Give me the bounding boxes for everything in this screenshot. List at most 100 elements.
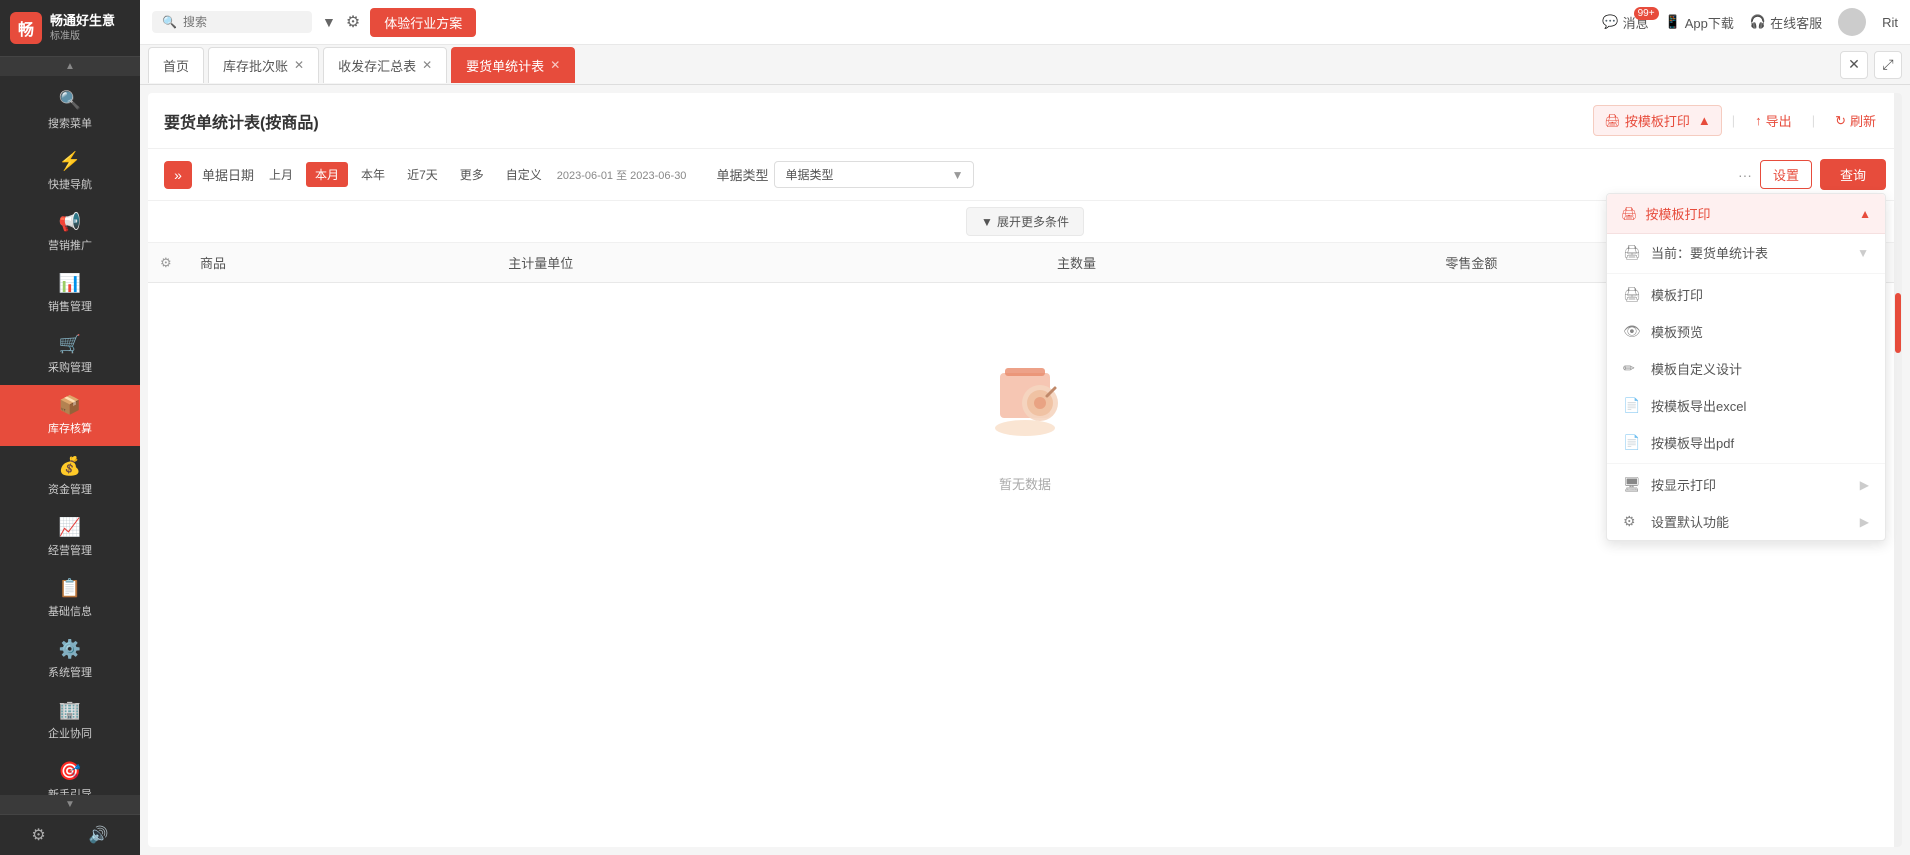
sidebar-item-newbie[interactable]: 🎯 新手引导 <box>0 751 140 795</box>
tab-close-btn[interactable]: ✕ <box>1840 51 1868 79</box>
tab-expand-btn[interactable]: ⤢ <box>1874 51 1902 79</box>
topbar-search-box[interactable]: 🔍 <box>152 11 312 33</box>
settings-footer-icon[interactable]: ⚙ <box>31 825 45 845</box>
sidebar-icon-purchase: 🛒 <box>59 334 81 355</box>
display-print-label: 按显示打印 <box>1651 475 1850 494</box>
date-btn-custom[interactable]: 自定义 <box>497 162 551 187</box>
search-input[interactable] <box>183 15 283 29</box>
app-download-label: App下载 <box>1685 13 1734 32</box>
date-btn-current-month[interactable]: 本月 <box>306 162 348 187</box>
trial-industry-btn[interactable]: 体验行业方案 <box>370 8 476 37</box>
sidebar-item-purchase[interactable]: 🛒 采购管理 <box>0 324 140 385</box>
query-btn[interactable]: 查询 <box>1820 159 1886 190</box>
date-btn-prev-month[interactable]: 上月 <box>260 162 302 187</box>
print-template-btn[interactable]: 🖨 按模板打印 ▲ <box>1593 105 1721 136</box>
refresh-icon: ↻ <box>1835 113 1846 129</box>
sidebar-label-shortcut: 快捷导航 <box>48 176 92 192</box>
sidebar-item-inventory[interactable]: 📦 库存核算 <box>0 385 140 446</box>
tab-receipt-summary[interactable]: 收发存汇总表✕ <box>323 47 447 83</box>
tab-close-receipt-summary[interactable]: ✕ <box>422 58 432 72</box>
sidebar-scroll-down[interactable]: ▼ <box>60 799 80 810</box>
col-settings: ⚙ <box>148 243 188 283</box>
more-options-icon[interactable]: ··· <box>1738 167 1752 183</box>
content-panel: 要货单统计表(按商品) 🖨 按模板打印 ▲ | ↑ 导出 | ↻ <box>148 93 1902 847</box>
app-download-btn[interactable]: 📱 App下载 <box>1665 13 1734 32</box>
tab-label-inventory-batch: 库存批次账 <box>223 56 288 75</box>
dropdown-template-custom[interactable]: ✏ 模板自定义设计 <box>1607 350 1885 387</box>
sidebar-item-search[interactable]: 🔍 搜索菜单 <box>0 80 140 141</box>
tab-inventory-batch[interactable]: 库存批次账 ✕ <box>208 47 319 83</box>
online-service-label: 在线客服 <box>1770 13 1822 32</box>
sidebar-icon-system: ⚙️ <box>59 639 81 660</box>
dropdown-display-print[interactable]: 🖥 按显示打印 ▶ <box>1607 466 1885 503</box>
export-btn[interactable]: ↑ 导出 <box>1745 106 1802 135</box>
dropdown-header-left: 🖨 按模板打印 <box>1621 204 1711 223</box>
topbar-right: 💬 消息 99+ 📱 App下载 🎧 在线客服 Rit <box>1602 8 1898 36</box>
dropdown-header[interactable]: 🖨 按模板打印 ▲ <box>1607 194 1885 234</box>
sidebar-item-shortcut[interactable]: ⚡ 快捷导航 <box>0 141 140 202</box>
date-btn-more[interactable]: 更多 <box>451 162 493 187</box>
table-settings-icon[interactable]: ⚙ <box>160 255 172 270</box>
topbar-dropdown-arrow[interactable]: ▼ <box>322 14 336 30</box>
sidebar-nav: 🔍 搜索菜单 ⚡ 快捷导航 📢 营销推广 📊 销售管理 🛒 采购管理 📦 库存核… <box>0 76 140 795</box>
sidebar-item-finance[interactable]: 💰 资金管理 <box>0 446 140 507</box>
date-btn-last-7[interactable]: 近7天 <box>398 162 447 187</box>
divider1: | <box>1732 113 1735 128</box>
dropdown-current-template[interactable]: 🖨 当前：要货单统计表 ▼ <box>1607 234 1885 271</box>
app-logo-icon: 畅 <box>10 12 42 44</box>
tab-home[interactable]: 首页 <box>148 47 204 83</box>
date-btn-current-year[interactable]: 本年 <box>352 162 394 187</box>
dropdown-export-pdf[interactable]: 📄 按模板导出pdf <box>1607 424 1885 461</box>
doctype-arrow: ▼ <box>952 168 964 182</box>
tab-order-stats[interactable]: 要货单统计表 ✕ <box>451 47 575 83</box>
sidebar-icon-operations: 📈 <box>59 517 81 538</box>
dropdown-export-excel[interactable]: 📄 按模板导出excel <box>1607 387 1885 424</box>
refresh-btn[interactable]: ↻ 刷新 <box>1825 106 1886 135</box>
sidebar-item-enterprise[interactable]: 🏢 企业协同 <box>0 690 140 751</box>
export-icon: ↑ <box>1755 113 1762 128</box>
dropdown-set-default[interactable]: ⚙ 设置默认功能 ▶ <box>1607 503 1885 540</box>
filter-toggle-btn[interactable]: » <box>164 161 192 189</box>
current-template-arrow: ▼ <box>1857 246 1869 260</box>
sidebar-item-basic[interactable]: 📋 基础信息 <box>0 568 140 629</box>
current-template-label: 当前：要货单统计表 <box>1651 243 1847 262</box>
sidebar-item-sales[interactable]: 📊 销售管理 <box>0 263 140 324</box>
dropdown-template-preview[interactable]: 👁 模板预览 <box>1607 313 1885 350</box>
notification-count: 99+ <box>1634 7 1659 20</box>
right-scrollbar[interactable] <box>1894 93 1902 847</box>
sidebar-item-marketing[interactable]: 📢 营销推广 <box>0 202 140 263</box>
username-label[interactable]: Rit <box>1882 15 1898 30</box>
date-filter-buttons: 上月本月本年近7天更多自定义 <box>260 162 551 187</box>
settings-btn[interactable]: 设置 <box>1760 160 1812 189</box>
user-avatar[interactable] <box>1838 8 1866 36</box>
sidebar-item-system[interactable]: ⚙️ 系统管理 <box>0 629 140 690</box>
dropdown-menu: 🖨 按模板打印 ▲ 🖨 当前：要货单统计表 ▼ 🖨 模板打印 👁 <box>1606 193 1886 541</box>
dropdown-header-print-icon: 🖨 <box>1621 206 1638 222</box>
sidebar-label-operations: 经营管理 <box>48 542 92 558</box>
dropdown-close-chevron[interactable]: ▲ <box>1859 207 1871 221</box>
topbar-gear-icon[interactable]: ⚙ <box>346 12 360 32</box>
expand-more-btn[interactable]: ▼ 展开更多条件 <box>966 207 1084 236</box>
tab-close-inventory-batch[interactable]: ✕ <box>294 58 304 72</box>
filter-right-actions: ··· 设置 查询 <box>1738 159 1886 190</box>
tabbar: 首页库存批次账✕收发存汇总表✕要货单统计表✕ ✕ ⤢ <box>140 45 1910 85</box>
online-service-btn[interactable]: 🎧 在线客服 <box>1750 13 1822 32</box>
sidebar-icon-finance: 💰 <box>59 456 81 477</box>
notifications-btn[interactable]: 💬 消息 99+ <box>1602 13 1648 32</box>
current-template-icon: 🖨 <box>1623 244 1641 261</box>
doctype-select[interactable]: 单据类型 ▼ <box>774 161 974 188</box>
export-pdf-label: 按模板导出pdf <box>1651 433 1734 452</box>
app-title: 畅通好生意 <box>50 12 115 30</box>
export-excel-label: 按模板导出excel <box>1651 396 1746 415</box>
headset-icon: 🎧 <box>1750 14 1766 30</box>
dropdown-template-print[interactable]: 🖨 模板打印 <box>1607 276 1885 313</box>
dropdown-divider-2 <box>1607 463 1885 464</box>
sidebar-icon-inventory: 📦 <box>59 395 81 416</box>
sidebar-scroll-up[interactable]: ▲ <box>60 61 80 72</box>
tab-label-order-stats: 要货单统计表 <box>466 56 544 75</box>
speaker-footer-icon[interactable]: 🔊 <box>89 825 109 845</box>
template-preview-label: 模板预览 <box>1651 322 1703 341</box>
sidebar-item-operations[interactable]: 📈 经营管理 <box>0 507 140 568</box>
divider2: | <box>1812 113 1815 128</box>
tab-close-order-stats[interactable]: ✕ <box>550 58 560 72</box>
